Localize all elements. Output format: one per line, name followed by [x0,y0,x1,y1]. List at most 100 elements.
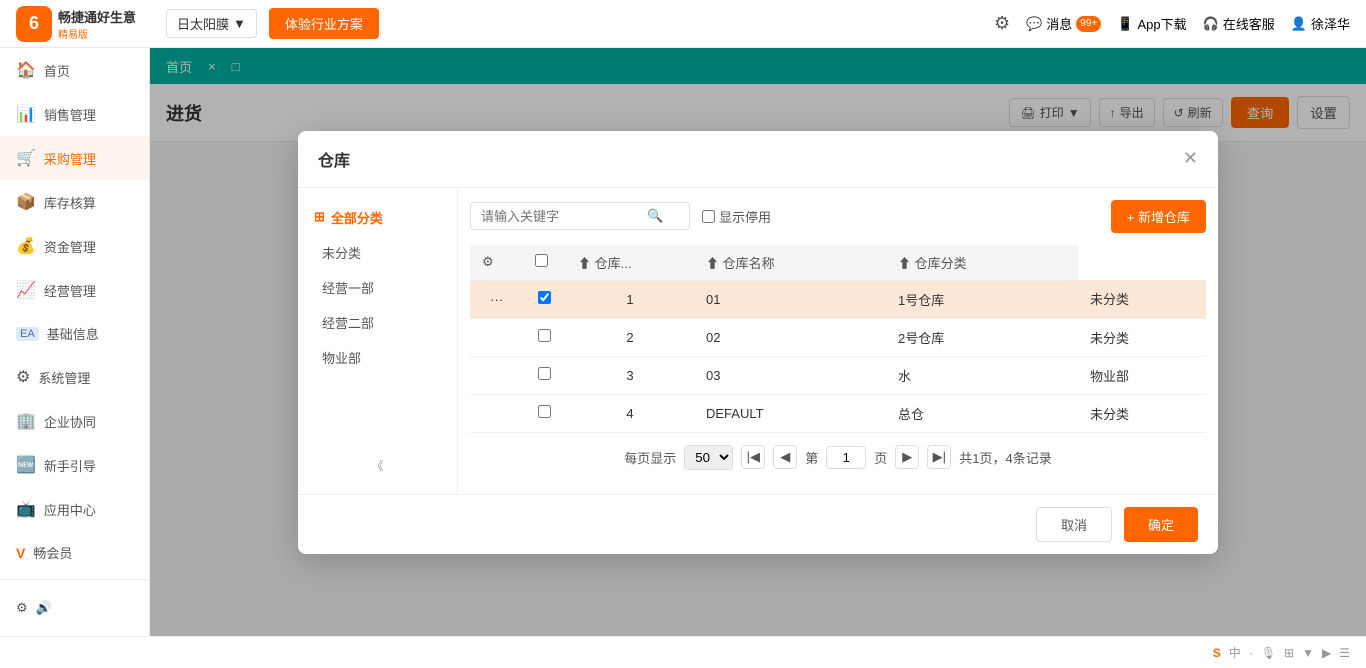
row-name: 2号仓库 [886,318,1078,356]
row-checkbox-cell [523,318,566,356]
add-warehouse-button[interactable]: + 新增仓库 [1111,200,1206,233]
table-header: ⚙ ⬆ 仓库... [470,245,1206,281]
row-actions [470,356,523,394]
row-checkbox[interactable] [538,367,551,380]
row-code: 01 [694,280,886,318]
table-panel: 🔍 显示停用 + 新增仓库 [458,188,1218,494]
top-header: 6 畅捷通好生意 精易版 日太阳膜 ▼ 体验行业方案 ⚙ 💬 消息 99+ 📱 … [0,0,1366,48]
sidebar-item-system[interactable]: ⚙ 系统管理 [0,355,149,399]
row-actions [470,318,523,356]
row-checkbox[interactable] [538,291,551,304]
store-selector[interactable]: 日太阳膜 ▼ [166,9,257,38]
sidebar-item-inventory[interactable]: 📦 库存核算 [0,180,149,224]
status-mic[interactable]: 🎙 [1261,646,1276,660]
page-number-input[interactable] [826,446,866,469]
app-download[interactable]: 📱 App下载 [1117,14,1186,33]
search-icon: 🔍 [647,208,663,224]
last-page-button[interactable]: ▶| [927,445,951,469]
status-shrink[interactable]: ▼ [1302,646,1314,660]
category-property[interactable]: 物业部 [298,340,457,375]
all-categories[interactable]: ⊞ 全部分类 [298,200,457,235]
sidebar: 🏠 首页 📊 销售管理 🛒 采购管理 📦 库存核算 💰 资金管理 📈 经营管理 … [0,48,150,636]
gear-icon[interactable]: ⚙ [994,13,1010,34]
main-content: 首页 × □ 进货 🖨 打印 ▼ ↑ 导出 ↺ 刷新 [150,48,1366,636]
prev-page-button[interactable]: ◀ [773,445,797,469]
cancel-button[interactable]: 取消 [1036,507,1112,542]
trial-button[interactable]: 体验行业方案 [269,8,379,39]
row-category: 未分类 [1078,318,1206,356]
table-row[interactable]: 2 02 2号仓库 未分类 [470,318,1206,356]
next-page-button[interactable]: ▶ [895,445,919,469]
first-page-button[interactable]: |◀ [741,445,765,469]
row-name: 1号仓库 [886,280,1078,318]
per-page-select[interactable]: 50 [684,445,733,470]
row-checkbox[interactable] [538,329,551,342]
user-avatar[interactable]: 👤 徐泽华 [1291,14,1350,33]
row-category: 物业部 [1078,356,1206,394]
sales-icon: 📊 [16,104,36,124]
operation-icon: 📈 [16,280,36,300]
confirm-button[interactable]: 确定 [1124,507,1198,542]
status-menu[interactable]: ☰ [1339,646,1350,660]
status-play[interactable]: ▶ [1322,646,1331,660]
row-checkbox[interactable] [538,405,551,418]
sidebar-item-guide[interactable]: 🆕 新手引导 [0,443,149,487]
row-actions: ··· [470,280,523,318]
select-all-checkbox[interactable] [535,254,548,267]
table-row[interactable]: 4 DEFAULT 总仓 未分类 [470,394,1206,432]
header-center: 日太阳膜 ▼ 体验行业方案 [166,8,994,39]
sidebar-item-operation[interactable]: 📈 经营管理 [0,268,149,312]
row-num: 4 [566,394,694,432]
sidebar-item-apps[interactable]: 📺 应用中心 [0,487,149,531]
table-container: ⚙ ⬆ 仓库... [470,245,1206,433]
table-body: ··· 1 01 1号仓库 未分类 [470,280,1206,432]
category-ops2[interactable]: 经营二部 [298,305,457,340]
sidebar-item-purchase[interactable]: 🛒 采购管理 [0,136,149,180]
modal-close-button[interactable]: ✕ [1183,148,1198,169]
guide-icon: 🆕 [16,455,36,475]
basic-info-icon: EA [16,327,39,341]
sidebar-item-finance[interactable]: 💰 资金管理 [0,224,149,268]
sidebar-item-enterprise[interactable]: 🏢 企业协同 [0,399,149,443]
modal-footer: 取消 确定 [298,494,1218,554]
col-header-gear: ⚙ [470,245,523,281]
sidebar-item-basic[interactable]: EA 基础信息 [0,312,149,355]
message-badge: 99+ [1076,16,1101,32]
show-disabled-area: 显示停用 [702,207,771,226]
modal-title: 仓库 [318,147,350,171]
search-bar: 🔍 显示停用 + 新增仓库 [470,200,1206,233]
statusbar: S 中 · 🎙 ⊞ ▼ ▶ ☰ [0,636,1366,668]
purchase-icon: 🛒 [16,148,36,168]
logo-text: 畅捷通好生意 精易版 [58,7,136,41]
category-ops1[interactable]: 经营一部 [298,270,457,305]
row-checkbox-cell [523,356,566,394]
row-num: 3 [566,356,694,394]
message-area[interactable]: 💬 消息 99+ [1026,14,1101,33]
search-input[interactable] [481,209,641,224]
row-code: 02 [694,318,886,356]
customer-service[interactable]: 🎧 在线客服 [1203,14,1275,33]
sidebar-item-member[interactable]: V 畅会员 [0,531,149,574]
col-header-checkbox [523,245,566,281]
collapse-panel-button[interactable]: 《 [298,449,457,482]
sidebar-item-sales[interactable]: 📊 销售管理 [0,92,149,136]
status-grid[interactable]: ⊞ [1284,646,1294,660]
row-code: 03 [694,356,886,394]
modal-overlay: 仓库 ✕ ⊞ 全部分类 未分类 经营一部 经营二部 物业部 [150,48,1366,636]
row-category: 未分类 [1078,280,1206,318]
row-checkbox-cell [523,280,566,318]
category-unclassified[interactable]: 未分类 [298,235,457,270]
main-layout: 🏠 首页 📊 销售管理 🛒 采购管理 📦 库存核算 💰 资金管理 📈 经营管理 … [0,48,1366,636]
col-header-code: ⬆ 仓库... [566,245,694,281]
category-panel: ⊞ 全部分类 未分类 经营一部 经营二部 物业部 《 [298,188,458,494]
member-icon: V [16,545,25,561]
sidebar-settings[interactable]: ⚙ 🔊 [0,588,149,628]
status-lang[interactable]: 中 [1229,644,1241,661]
table-row[interactable]: ··· 1 01 1号仓库 未分类 [470,280,1206,318]
sidebar-item-home[interactable]: 🏠 首页 [0,48,149,92]
show-disabled-checkbox[interactable] [702,210,715,223]
home-icon: 🏠 [16,60,36,80]
system-icon: ⚙ [16,367,30,387]
table-row[interactable]: 3 03 水 物业部 [470,356,1206,394]
apps-icon: 📺 [16,499,36,519]
